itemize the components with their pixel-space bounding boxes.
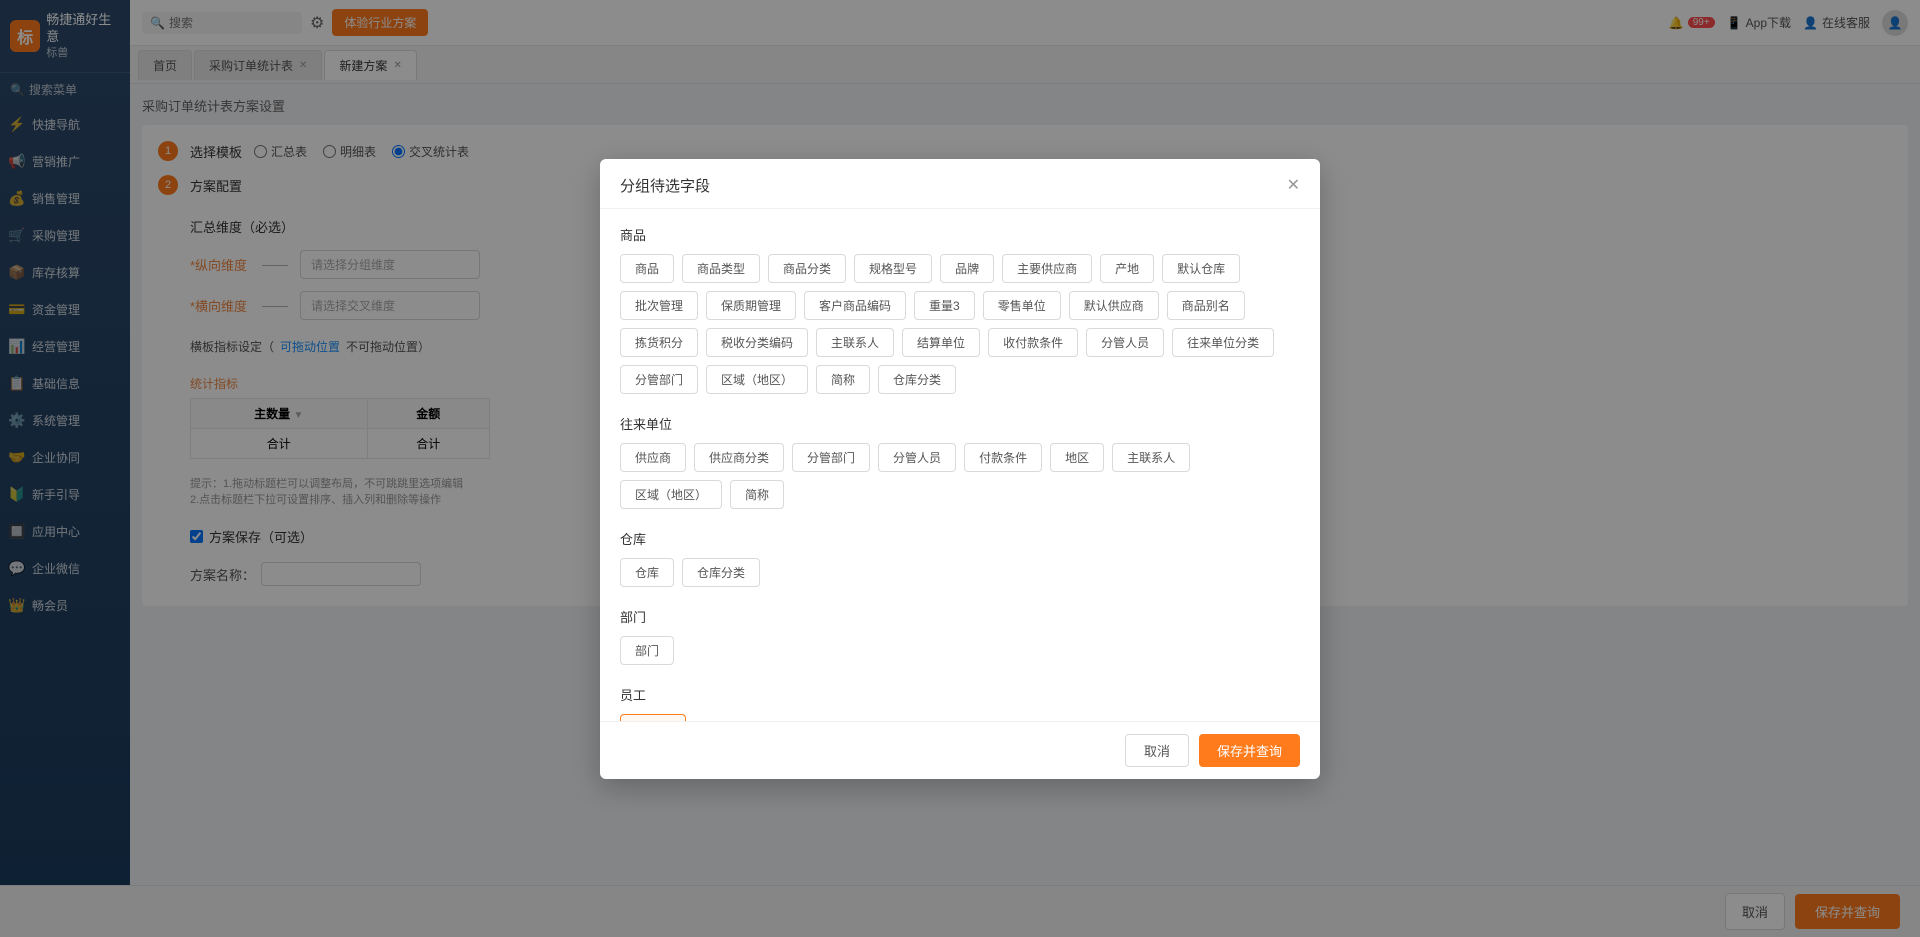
section-employee-tags: 业务员 [620,714,1300,721]
dialog-footer: 取消 保存并查询 [600,721,1320,779]
field-selection-dialog: 分组待选字段 ✕ 商品 商品 商品类型 商品分类 规格型号 品牌 主要供应商 产… [600,159,1320,779]
tag-warehouse-category[interactable]: 仓库分类 [878,365,956,394]
tag-quality-mgmt[interactable]: 保质期管理 [706,291,796,320]
dialog-body: 商品 商品 商品类型 商品分类 规格型号 品牌 主要供应商 产地 默认仓库 批次… [600,209,1320,721]
tag-region-product[interactable]: 区域（地区） [706,365,808,394]
tag-default-supplier[interactable]: 默认供应商 [1069,291,1159,320]
tag-brand[interactable]: 品牌 [940,254,994,283]
tag-product-alias[interactable]: 商品别名 [1167,291,1245,320]
tag-warehouse-cat[interactable]: 仓库分类 [682,558,760,587]
section-warehouse: 仓库 仓库 仓库分类 [620,529,1300,587]
section-employee: 员工 业务员 [620,685,1300,721]
tag-batch-mgmt[interactable]: 批次管理 [620,291,698,320]
tag-short-name[interactable]: 简称 [816,365,870,394]
tag-picking-points[interactable]: 拣货积分 [620,328,698,357]
tag-weight3[interactable]: 重量3 [914,291,975,320]
dialog-title: 分组待选字段 [620,175,710,196]
tag-dept-mgmt[interactable]: 分管部门 [620,365,698,394]
tag-retail-unit[interactable]: 零售单位 [983,291,1061,320]
tag-department[interactable]: 部门 [620,636,674,665]
section-employee-title: 员工 [620,685,1300,704]
tag-payment-cond[interactable]: 付款条件 [964,443,1042,472]
section-product-title: 商品 [620,225,1300,244]
dialog-header: 分组待选字段 ✕ [600,159,1320,209]
tag-origin[interactable]: 产地 [1100,254,1154,283]
section-warehouse-tags: 仓库 仓库分类 [620,558,1300,587]
tag-spec-type[interactable]: 规格型号 [854,254,932,283]
tag-unit-category[interactable]: 往来单位分类 [1172,328,1274,357]
tag-supplier-category[interactable]: 供应商分类 [694,443,784,472]
section-department-title: 部门 [620,607,1300,626]
tag-payment-terms[interactable]: 收付款条件 [988,328,1078,357]
tag-warehouse[interactable]: 仓库 [620,558,674,587]
tag-main-supplier[interactable]: 主要供应商 [1002,254,1092,283]
tag-main-contact2[interactable]: 主联系人 [1112,443,1190,472]
section-warehouse-title: 仓库 [620,529,1300,548]
tag-salesperson[interactable]: 业务员 [620,714,686,721]
section-partner: 往来单位 供应商 供应商分类 分管部门 分管人员 付款条件 地区 主联系人 区域… [620,414,1300,509]
section-partner-tags: 供应商 供应商分类 分管部门 分管人员 付款条件 地区 主联系人 区域（地区） … [620,443,1300,509]
tag-tax-code[interactable]: 税收分类编码 [706,328,808,357]
tag-dept[interactable]: 分管部门 [792,443,870,472]
dialog-close-btn[interactable]: ✕ [1287,175,1300,195]
tag-manager[interactable]: 分管人员 [1086,328,1164,357]
tag-region-partner[interactable]: 地区 [1050,443,1104,472]
tag-customer-code[interactable]: 客户商品编码 [804,291,906,320]
dialog-cancel-btn[interactable]: 取消 [1125,734,1189,767]
tag-region2[interactable]: 区域（地区） [620,480,722,509]
section-product-tags: 商品 商品类型 商品分类 规格型号 品牌 主要供应商 产地 默认仓库 批次管理 … [620,254,1300,394]
section-department-tags: 部门 [620,636,1300,665]
tag-main-contact[interactable]: 主联系人 [816,328,894,357]
tag-product[interactable]: 商品 [620,254,674,283]
tag-product-category[interactable]: 商品分类 [768,254,846,283]
tag-dept-person[interactable]: 分管人员 [878,443,956,472]
tag-settlement-unit[interactable]: 结算单位 [902,328,980,357]
tag-short-name2[interactable]: 简称 [730,480,784,509]
tag-default-warehouse[interactable]: 默认仓库 [1162,254,1240,283]
section-partner-title: 往来单位 [620,414,1300,433]
tag-product-type[interactable]: 商品类型 [682,254,760,283]
dialog-confirm-btn[interactable]: 保存并查询 [1199,734,1300,767]
section-product: 商品 商品 商品类型 商品分类 规格型号 品牌 主要供应商 产地 默认仓库 批次… [620,225,1300,394]
tag-supplier[interactable]: 供应商 [620,443,686,472]
dialog-overlay: 分组待选字段 ✕ 商品 商品 商品类型 商品分类 规格型号 品牌 主要供应商 产… [0,0,1920,937]
section-department: 部门 部门 [620,607,1300,665]
